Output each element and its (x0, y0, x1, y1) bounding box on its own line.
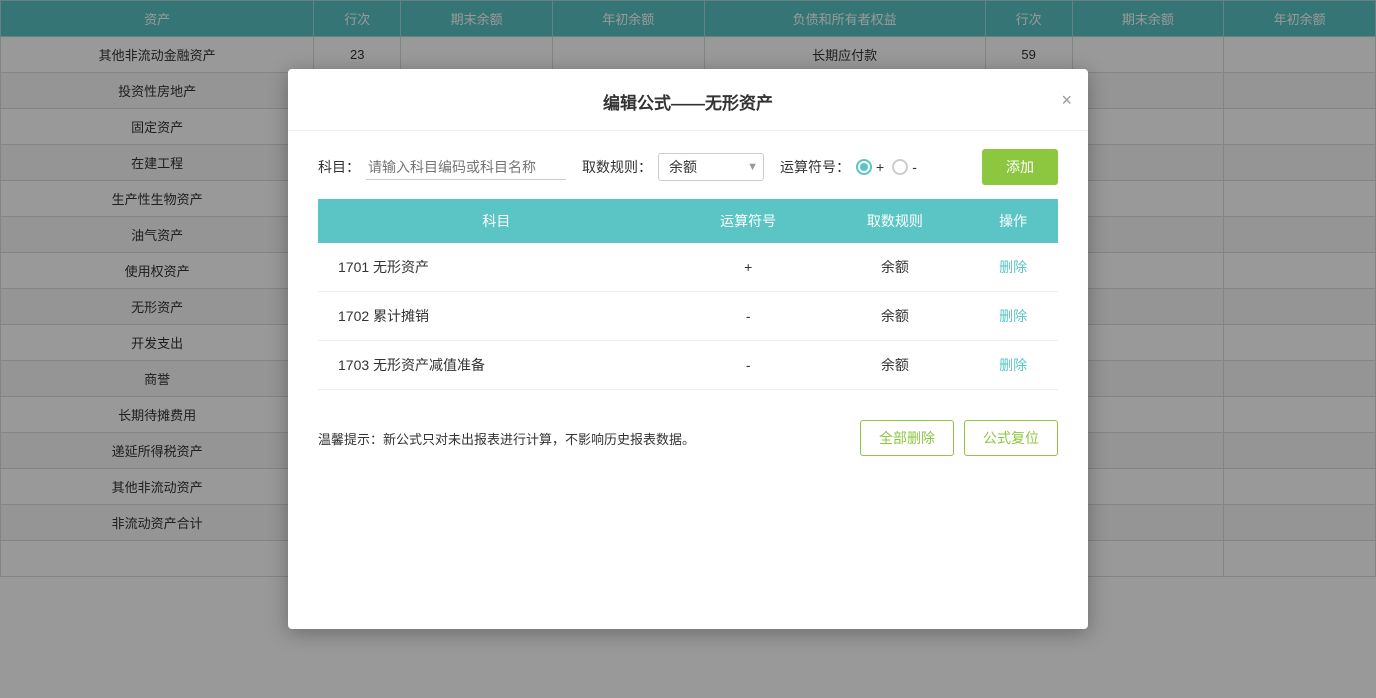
formula-table-row: 1703 无形资产减值准备-余额 删除 (318, 341, 1058, 390)
subject-label: 科目： (318, 157, 360, 177)
formula-operator-cell: - (675, 341, 822, 390)
formula-table-wrap: 科目 运算符号 取数规则 操作 1701 无形资产+余额删除1702 累计摊销-… (288, 199, 1088, 390)
operator-group: 运算符号： + - (780, 157, 917, 177)
formula-subject-cell: 1703 无形资产减值准备 (318, 341, 675, 390)
subject-input[interactable] (366, 155, 566, 180)
plus-radio-circle (856, 159, 872, 175)
table-header-operator: 运算符号 (675, 199, 822, 243)
rule-select-wrap: 余额 借方 贷方 借方发生额 贷方发生额 ▼ (658, 153, 764, 181)
formula-subject-cell: 1701 无形资产 (318, 243, 675, 292)
formula-action-cell: 删除 (968, 243, 1058, 292)
formula-rule-cell: 余额 (822, 243, 969, 292)
delete-row-button[interactable]: 删除 (999, 355, 1027, 375)
formula-form-row: 科目： 取数规则： 余额 借方 贷方 借方发生额 贷方发生额 ▼ 运算 (288, 131, 1088, 199)
modal-header: 编辑公式——无形资产 × (288, 69, 1088, 131)
formula-operator-cell: - (675, 292, 822, 341)
rule-group: 取数规则： 余额 借方 贷方 借方发生额 贷方发生额 ▼ (582, 153, 764, 181)
modal-footer: 温馨提示：新公式只对未出报表进行计算，不影响历史报表数据。 全部删除 公式复位 (288, 400, 1088, 476)
edit-formula-modal: 编辑公式——无形资产 × 科目： 取数规则： 余额 借方 贷方 借方发生额 贷方… (288, 69, 1088, 629)
plus-label: + (876, 159, 884, 175)
operator-minus-radio[interactable]: - (892, 159, 917, 175)
footer-buttons: 全部删除 公式复位 (860, 420, 1058, 456)
reset-formula-button[interactable]: 公式复位 (964, 420, 1058, 456)
footer-tip: 温馨提示：新公式只对未出报表进行计算，不影响历史报表数据。 (318, 429, 695, 448)
minus-radio-circle (892, 159, 908, 175)
formula-action-cell: 删除 (968, 341, 1058, 390)
formula-subject-cell: 1702 累计摊销 (318, 292, 675, 341)
delete-row-button[interactable]: 删除 (999, 306, 1027, 326)
subject-group: 科目： (318, 155, 566, 180)
operator-label: 运算符号： (780, 157, 850, 177)
table-header-rule: 取数规则 (822, 199, 969, 243)
formula-table-row: 1701 无形资产+余额 删除 (318, 243, 1058, 292)
formula-rule-cell: 余额 (822, 341, 969, 390)
formula-action-cell: 删除 (968, 292, 1058, 341)
formula-table-row: 1702 累计摊销-余额 删除 (318, 292, 1058, 341)
delete-all-button[interactable]: 全部删除 (860, 420, 954, 456)
modal-overlay: 编辑公式——无形资产 × 科目： 取数规则： 余额 借方 贷方 借方发生额 贷方… (0, 0, 1376, 698)
add-button[interactable]: 添加 (982, 149, 1058, 185)
rule-select[interactable]: 余额 借方 贷方 借方发生额 贷方发生额 (658, 153, 764, 181)
operator-plus-radio[interactable]: + (856, 159, 884, 175)
operator-radio-group: + - (856, 159, 917, 175)
minus-label: - (912, 159, 917, 175)
tip-prefix: 温馨提示： (318, 432, 383, 447)
formula-table: 科目 运算符号 取数规则 操作 1701 无形资产+余额删除1702 累计摊销-… (318, 199, 1058, 390)
rule-label: 取数规则： (582, 157, 652, 177)
formula-operator-cell: + (675, 243, 822, 292)
formula-rule-cell: 余额 (822, 292, 969, 341)
tip-text: 新公式只对未出报表进行计算，不影响历史报表数据。 (383, 432, 695, 447)
table-header-action: 操作 (968, 199, 1058, 243)
modal-title: 编辑公式——无形资产 (603, 94, 773, 113)
modal-close-button[interactable]: × (1061, 91, 1072, 109)
table-header-subject: 科目 (318, 199, 675, 243)
delete-row-button[interactable]: 删除 (999, 257, 1027, 277)
